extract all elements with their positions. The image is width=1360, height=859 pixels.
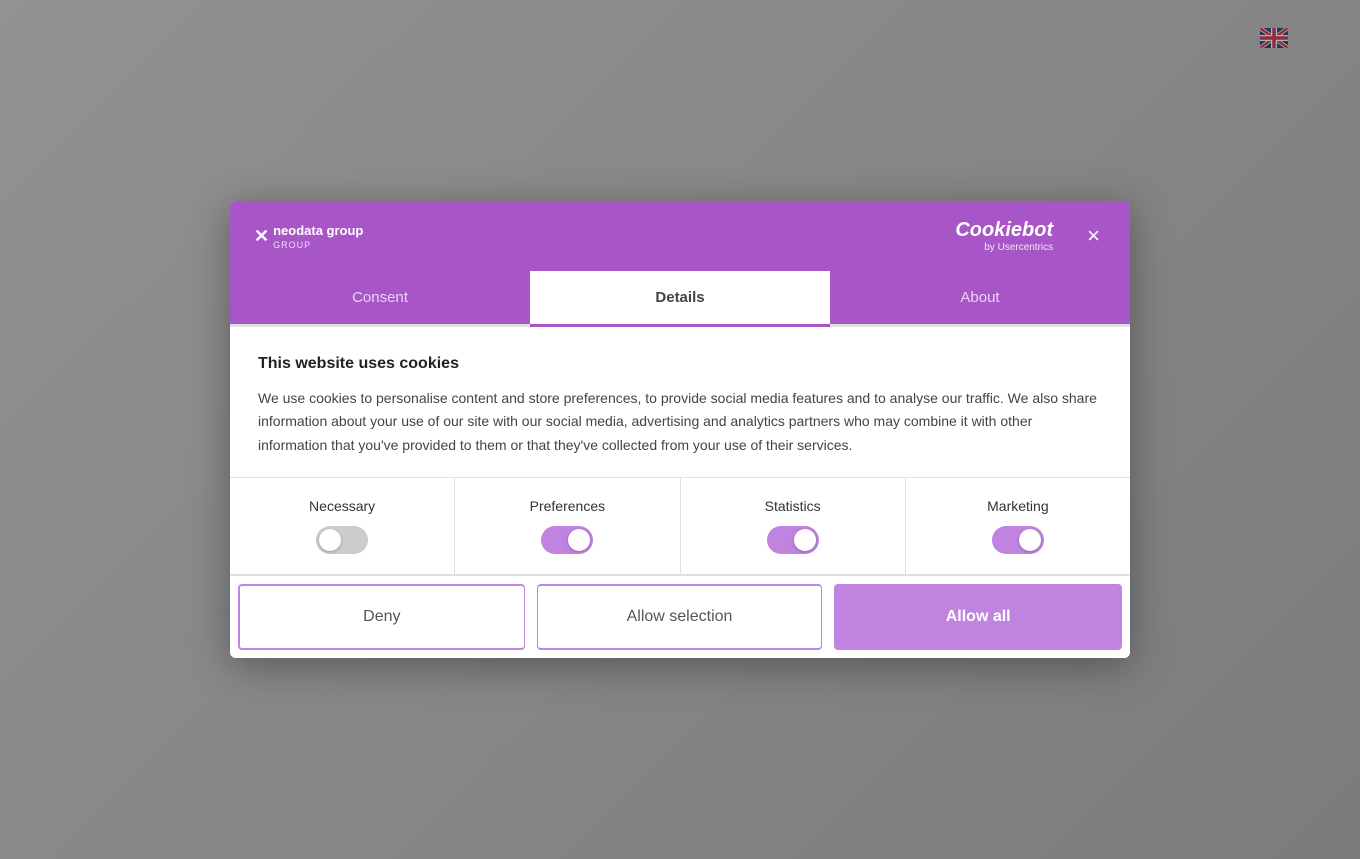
toggle-preferences[interactable]	[541, 526, 593, 554]
toggle-cell-marketing: Marketing	[906, 478, 1130, 574]
cookiebot-label-group: Cookiebot by Usercentrics	[955, 219, 1053, 253]
toggle-label-statistics: Statistics	[765, 498, 821, 514]
cookiebot-sub: by Usercentrics	[955, 242, 1053, 253]
toggle-preferences-knob	[568, 529, 590, 551]
allow-all-button[interactable]: Allow all	[834, 584, 1122, 650]
tab-about[interactable]: About	[830, 271, 1130, 324]
logo-name: neodata group	[273, 223, 363, 238]
tab-details[interactable]: Details	[530, 271, 830, 324]
cookie-description: We use cookies to personalise content an…	[258, 387, 1102, 456]
dialog-header: ✕ neodata group group Cookiebot by Userc…	[230, 201, 1130, 271]
logo-icon: ✕	[254, 226, 269, 247]
cookie-title: This website uses cookies	[258, 355, 1102, 373]
toggle-statistics[interactable]	[767, 526, 819, 554]
toggle-label-necessary: Necessary	[309, 498, 375, 514]
dialog-actions: Deny Allow selection Allow all	[230, 575, 1130, 658]
dialog-body: This website uses cookies We use cookies…	[230, 327, 1130, 476]
toggle-label-marketing: Marketing	[987, 498, 1048, 514]
close-button[interactable]: ×	[1081, 223, 1106, 249]
toggle-cell-necessary: Necessary	[230, 478, 455, 574]
allow-selection-button[interactable]: Allow selection	[537, 584, 823, 650]
toggle-statistics-knob	[794, 529, 816, 551]
toggle-marketing-knob	[1019, 529, 1041, 551]
cookiebot-brand: Cookiebot by Usercentrics ×	[955, 219, 1106, 253]
toggle-cell-statistics: Statistics	[681, 478, 906, 574]
toggle-label-preferences: Preferences	[530, 498, 605, 514]
tab-bar: Consent Details About	[230, 271, 1130, 327]
modal-overlay: ✕ neodata group group Cookiebot by Userc…	[0, 0, 1360, 859]
toggle-cell-preferences: Preferences	[455, 478, 680, 574]
neodata-logo: ✕ neodata group group	[254, 222, 363, 250]
logo-sub: group	[273, 240, 363, 250]
toggle-section: Necessary Preferences Statistics Marketi…	[230, 477, 1130, 575]
cookiebot-label: Cookiebot	[955, 219, 1053, 241]
toggle-necessary-knob	[319, 529, 341, 551]
logo-text-group: neodata group group	[273, 222, 363, 250]
tab-consent[interactable]: Consent	[230, 271, 530, 324]
toggle-necessary[interactable]	[316, 526, 368, 554]
toggle-marketing[interactable]	[992, 526, 1044, 554]
deny-button[interactable]: Deny	[238, 584, 525, 650]
cookie-consent-dialog: ✕ neodata group group Cookiebot by Userc…	[230, 201, 1130, 657]
